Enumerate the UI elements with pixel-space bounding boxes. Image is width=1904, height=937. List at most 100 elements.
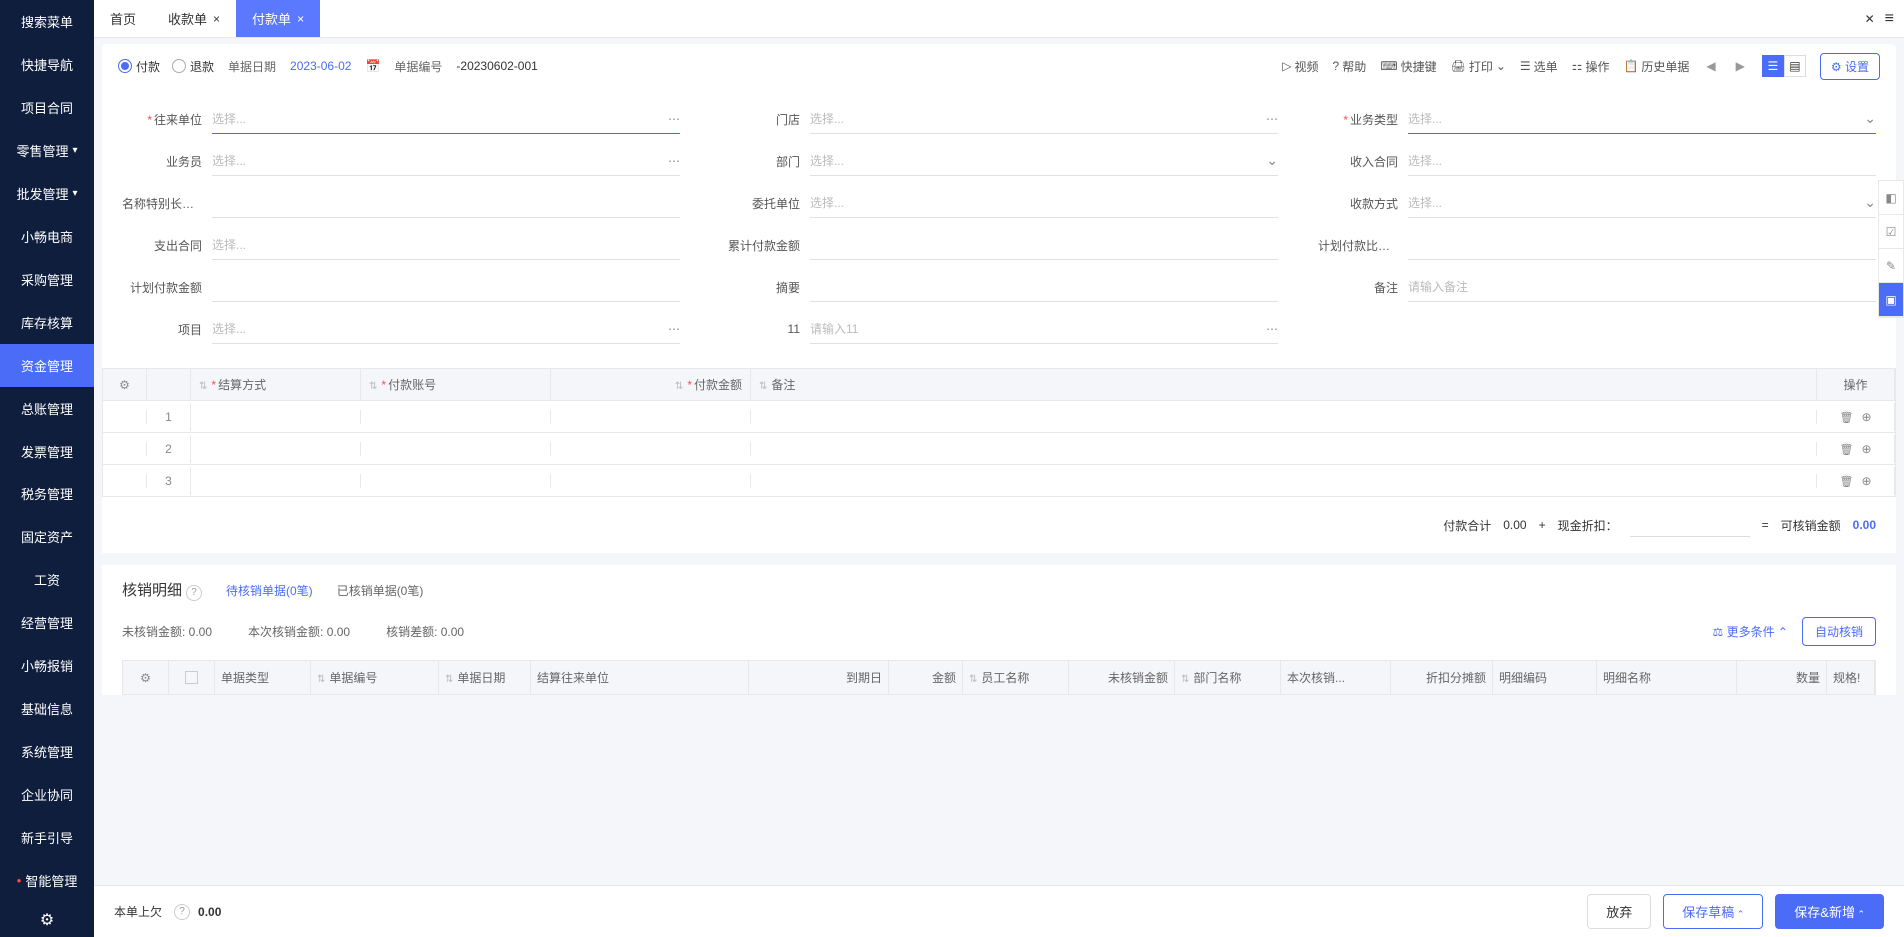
- detailcode-header[interactable]: 明细编码: [1493, 661, 1597, 694]
- add-row-icon[interactable]: [1861, 474, 1871, 488]
- sidebar-item-funds[interactable]: 资金管理: [0, 344, 94, 387]
- view-compact-button[interactable]: ☰: [1762, 55, 1784, 77]
- calendar-icon[interactable]: 📅: [365, 59, 380, 73]
- sidebar-item-invoice[interactable]: 发票管理: [0, 430, 94, 473]
- emp-header[interactable]: 员工名称: [963, 661, 1069, 694]
- add-row-icon[interactable]: [1861, 442, 1871, 456]
- income-contract-input[interactable]: 选择...: [1408, 146, 1876, 176]
- save-draft-button[interactable]: 保存草稿: [1663, 894, 1763, 929]
- salesman-input[interactable]: 选择...: [212, 146, 680, 176]
- tab-pending[interactable]: 待核销单据(0笔): [226, 582, 313, 599]
- qty-header[interactable]: 数量: [1737, 661, 1827, 694]
- sidebar-item-wholesale[interactable]: 批发管理: [0, 172, 94, 215]
- remark-input[interactable]: 请输入备注: [1408, 272, 1876, 302]
- lookup-icon[interactable]: [668, 154, 680, 168]
- sidebar-item-purchase[interactable]: 采购管理: [0, 258, 94, 301]
- dept2-header[interactable]: 部门名称: [1175, 661, 1281, 694]
- date-value[interactable]: 2023-06-02: [290, 59, 351, 73]
- radio-refund[interactable]: 退款: [172, 58, 214, 75]
- save-and-new-button[interactable]: 保存&新增: [1775, 894, 1884, 929]
- table-row[interactable]: 1: [103, 401, 1895, 433]
- lookup-icon[interactable]: [668, 112, 680, 126]
- store-input[interactable]: 选择...: [810, 104, 1278, 134]
- help-icon[interactable]: [182, 582, 202, 599]
- prev-doc-icon[interactable]: ◀: [1703, 59, 1718, 73]
- sidebar-item-ecommerce[interactable]: 小畅电商: [0, 215, 94, 258]
- side-tool-2[interactable]: ☑: [1879, 215, 1903, 249]
- duedate-header[interactable]: 到期日: [749, 661, 889, 694]
- sidebar-item-business[interactable]: 经营管理: [0, 601, 94, 644]
- abandon-button[interactable]: 放弃: [1587, 894, 1651, 929]
- side-tool-4[interactable]: ▣: [1879, 283, 1903, 317]
- more-filter-link[interactable]: ⚖ 更多条件 ⌃: [1712, 623, 1788, 640]
- table-row[interactable]: 3: [103, 465, 1895, 497]
- cashdiscount-input[interactable]: [1630, 513, 1750, 537]
- spec-header[interactable]: 规格!: [1827, 661, 1875, 694]
- sidebar-item-guide[interactable]: 新手引导: [0, 816, 94, 859]
- tab-done[interactable]: 已核销单据(0笔): [337, 582, 424, 599]
- tab-payment[interactable]: 付款单×: [236, 0, 320, 37]
- close-icon[interactable]: ×: [213, 12, 220, 26]
- sidebar-item-smart[interactable]: 智能管理: [0, 859, 94, 902]
- help-link[interactable]: ?帮助: [1333, 58, 1367, 75]
- unwriteoff-header[interactable]: 未核销金额: [1069, 661, 1175, 694]
- vendor-input[interactable]: 选择...: [212, 104, 680, 134]
- settings-button[interactable]: ⚙ 设置: [1820, 53, 1880, 80]
- tabs-menu-icon[interactable]: [1885, 10, 1894, 28]
- sidebar-item-quicknav[interactable]: 快捷导航: [0, 43, 94, 86]
- side-tool-3[interactable]: ✎: [1879, 249, 1903, 283]
- sidebar-item-salary[interactable]: 工资: [0, 558, 94, 601]
- tab-home[interactable]: 首页: [94, 0, 152, 37]
- settle-method-header[interactable]: 结算方式: [191, 369, 361, 400]
- doctype-header[interactable]: 单据类型: [215, 661, 311, 694]
- amount2-header[interactable]: 金额: [889, 661, 963, 694]
- history-link[interactable]: 📋历史单据: [1623, 58, 1689, 75]
- chevron-down-icon[interactable]: [1266, 152, 1278, 169]
- radio-pay[interactable]: 付款: [118, 58, 160, 75]
- operate-link[interactable]: ⚏操作: [1572, 58, 1610, 75]
- table-config-header[interactable]: [103, 369, 147, 400]
- table-row[interactable]: 2: [103, 433, 1895, 465]
- help-icon[interactable]: [170, 903, 190, 920]
- view-expanded-button[interactable]: ▤: [1784, 55, 1806, 77]
- delete-row-icon[interactable]: [1839, 442, 1853, 456]
- dept-input[interactable]: 选择...: [810, 146, 1278, 176]
- docno-header[interactable]: 单据编号: [311, 661, 439, 694]
- tab-receipt[interactable]: 收款单×: [152, 0, 236, 37]
- close-all-tabs-icon[interactable]: [1865, 12, 1875, 26]
- sidebar-item-retail[interactable]: 零售管理: [0, 129, 94, 172]
- amount-header[interactable]: 付款金额: [551, 369, 751, 400]
- expense-contract-input[interactable]: 选择...: [212, 230, 680, 260]
- biztype-input[interactable]: 选择...: [1408, 104, 1876, 134]
- sidebar-item-system[interactable]: 系统管理: [0, 730, 94, 773]
- lookup-icon[interactable]: [1266, 322, 1278, 336]
- sidebar-item-assets[interactable]: 固定资产: [0, 515, 94, 558]
- sidebar-item-inventory[interactable]: 库存核算: [0, 301, 94, 344]
- paymethod-input[interactable]: 选择...: [1408, 188, 1876, 218]
- video-link[interactable]: ▷视频: [1282, 58, 1318, 75]
- docdate-header[interactable]: 单据日期: [439, 661, 531, 694]
- close-icon[interactable]: ×: [297, 12, 304, 26]
- planamount-input[interactable]: [212, 272, 680, 302]
- note-header[interactable]: 备注: [751, 369, 1817, 400]
- chevron-down-icon[interactable]: [1864, 194, 1876, 211]
- lookup-icon[interactable]: [1266, 112, 1278, 126]
- account-header[interactable]: 付款账号: [361, 369, 551, 400]
- totalpay-input[interactable]: [810, 230, 1278, 260]
- sidebar-item-expense[interactable]: 小畅报销: [0, 644, 94, 687]
- side-tool-1[interactable]: ◧: [1879, 181, 1903, 215]
- shortcut-link[interactable]: ⌨快捷键: [1380, 58, 1436, 75]
- eleven-input[interactable]: 请输入11: [810, 314, 1278, 344]
- chevron-down-icon[interactable]: [1864, 110, 1876, 127]
- delegate-input[interactable]: 选择...: [810, 188, 1278, 218]
- next-doc-icon[interactable]: ▶: [1733, 59, 1748, 73]
- detailname-header[interactable]: 明细名称: [1597, 661, 1737, 694]
- planratio-input[interactable]: [1408, 230, 1876, 260]
- sidebar-settings[interactable]: [0, 902, 94, 937]
- delete-row-icon[interactable]: [1839, 410, 1853, 424]
- table2-config-header[interactable]: [123, 661, 169, 694]
- sidebar-item-search[interactable]: 搜索菜单: [0, 0, 94, 43]
- sidebar-item-collab[interactable]: 企业协同: [0, 773, 94, 816]
- auto-writeoff-button[interactable]: 自动核销: [1802, 617, 1876, 646]
- project-input[interactable]: 选择...: [212, 314, 680, 344]
